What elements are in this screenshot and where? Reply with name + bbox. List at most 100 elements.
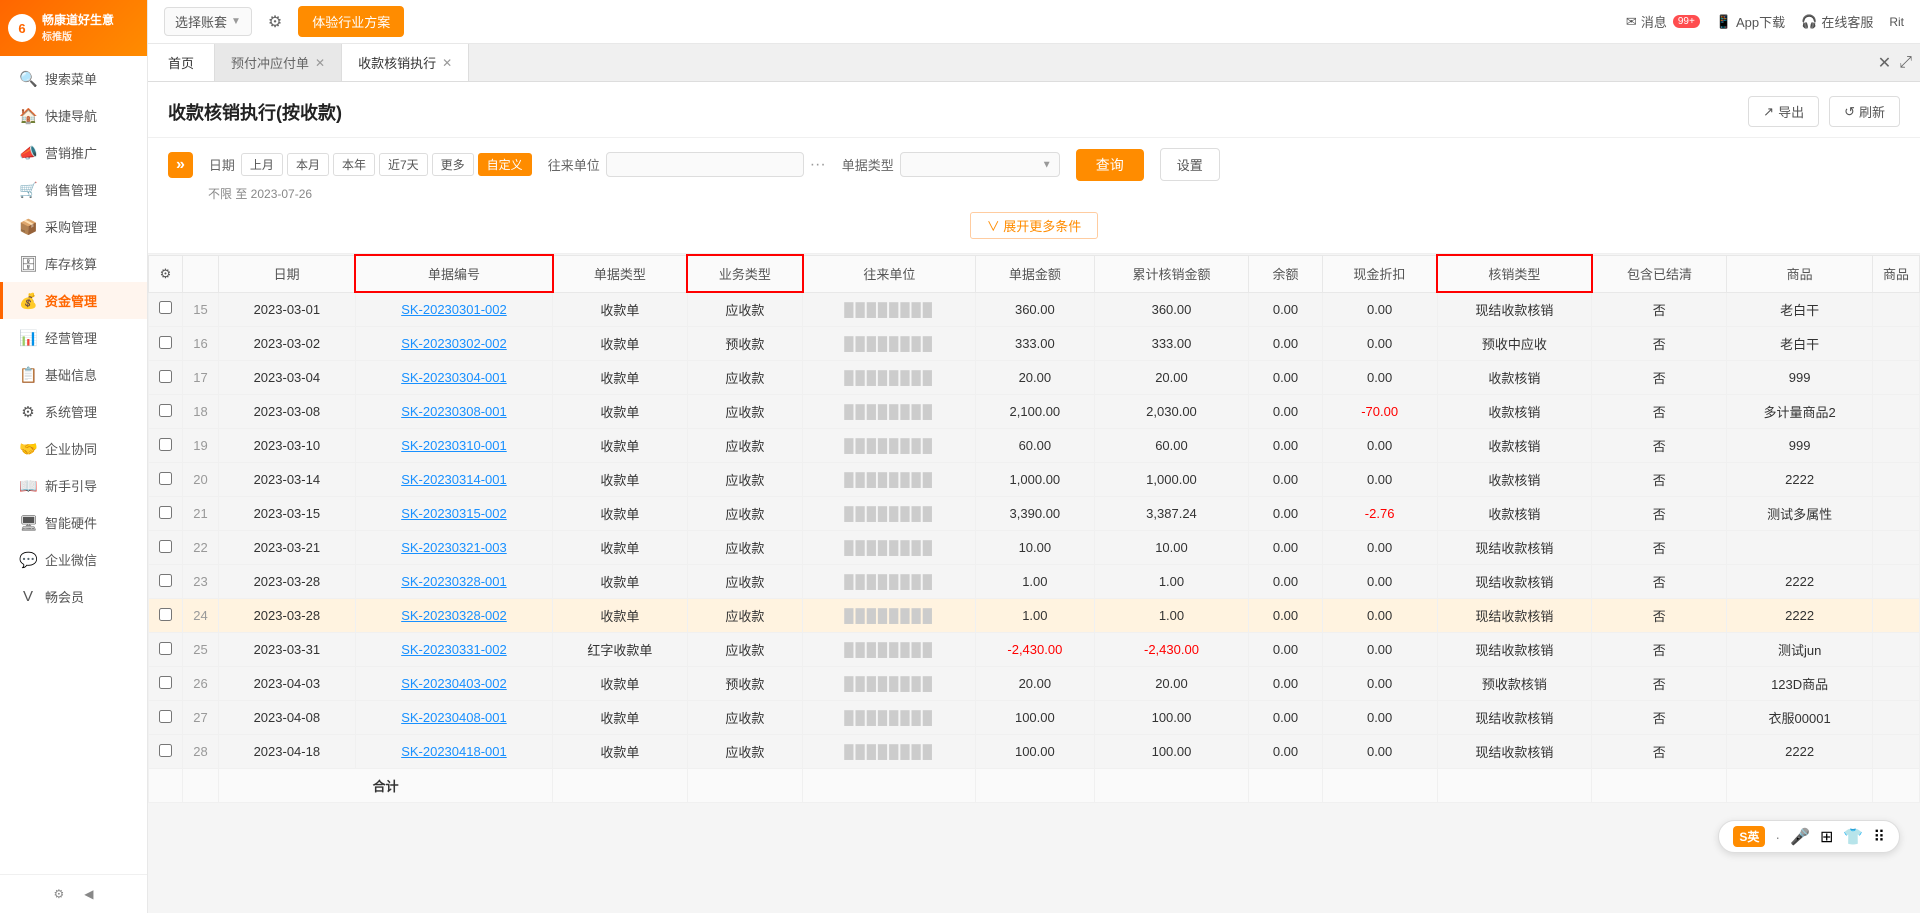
sidebar-item-inventory[interactable]: 🗄 库存核算 [0, 245, 147, 282]
header-gear-icon[interactable]: ⚙ [264, 8, 286, 36]
cell-checkbox[interactable] [149, 292, 183, 327]
sidebar-item-finance[interactable]: 💰资金管理 [0, 282, 147, 319]
voucher-link[interactable]: SK-20230408-001 [401, 710, 507, 725]
voucher-link[interactable]: SK-20230310-001 [401, 438, 507, 453]
sidebar-item-purchase[interactable]: 📦采购管理 [0, 208, 147, 245]
voucher-link[interactable]: SK-20230321-003 [401, 540, 507, 555]
apps-icon[interactable]: ⠿ [1873, 827, 1885, 847]
filter-toggle-button[interactable]: » [168, 152, 193, 178]
message-button[interactable]: ✉ 消息 99+ [1626, 12, 1700, 31]
more-options-icon[interactable]: ··· [810, 156, 826, 174]
partner-input[interactable] [606, 152, 804, 177]
grid-icon[interactable]: ⊞ [1820, 827, 1833, 847]
date-this-year-btn[interactable]: 本年 [333, 153, 375, 176]
sidebar-settings-btn[interactable]: ⚙ [46, 883, 73, 905]
tab-prepay[interactable]: 预付冲应付单 ✕ [215, 44, 342, 81]
voucher-link[interactable]: SK-20230301-002 [401, 302, 507, 317]
app-download-button[interactable]: 📱 App下载 [1716, 12, 1785, 31]
tab-expand-icon[interactable]: ⤢ [1899, 54, 1912, 72]
voucher-link[interactable]: SK-20230304-001 [401, 370, 507, 385]
tab-home[interactable]: 首页 [148, 44, 215, 81]
cell-partner: ████████ [803, 292, 976, 327]
cell-cancel-type: 现结收款核销 [1437, 735, 1592, 769]
settings-icon[interactable]: ⚙ [160, 266, 172, 281]
cell-checkbox[interactable] [149, 633, 183, 667]
account-selector[interactable]: 选择账套 ▼ [164, 7, 252, 36]
sidebar-item-search[interactable]: 🔍搜索菜单 [0, 60, 147, 97]
cell-checkbox[interactable] [149, 667, 183, 701]
cell-cancel-type: 现结收款核销 [1437, 599, 1592, 633]
inventory-icon: 🗄 [19, 255, 37, 273]
cell-voucher-no: SK-20230418-001 [355, 735, 553, 769]
date-more-btn[interactable]: 更多 [432, 153, 474, 176]
cell-partner: ████████ [803, 701, 976, 735]
sidebar-item-system[interactable]: ⚙系统管理 [0, 393, 147, 430]
sidebar-collapse-btn[interactable]: ◀ [76, 883, 101, 905]
cell-checkbox[interactable] [149, 701, 183, 735]
app-logo: 6 畅康道好生意 标推版 [0, 0, 147, 56]
cell-checkbox[interactable] [149, 735, 183, 769]
cell-checkbox[interactable] [149, 565, 183, 599]
cell-checkbox[interactable] [149, 395, 183, 429]
sidebar-item-hardware[interactable]: 🖥智能硬件 [0, 504, 147, 541]
cell-biz-type: 应收款 [687, 565, 803, 599]
tab-collection[interactable]: 收款核销执行 ✕ [342, 44, 469, 81]
sidebar-item-label: 库存核算 [45, 254, 97, 273]
mic-icon[interactable]: 🎤 [1790, 827, 1810, 847]
voucher-link[interactable]: SK-20230328-002 [401, 608, 507, 623]
voucher-type-select[interactable]: 收款单 红字收款单 [900, 152, 1060, 177]
sidebar-item-basic[interactable]: 📋基础信息 [0, 356, 147, 393]
voucher-link[interactable]: SK-20230328-001 [401, 574, 507, 589]
cell-checkbox[interactable] [149, 497, 183, 531]
voucher-link[interactable]: SK-20230308-001 [401, 404, 507, 419]
sidebar-item-corp[interactable]: 🤝企业协同 [0, 430, 147, 467]
voucher-link[interactable]: SK-20230314-001 [401, 472, 507, 487]
refresh-button[interactable]: ↺ 刷新 [1829, 96, 1900, 127]
query-button[interactable]: 查询 [1076, 149, 1144, 181]
date-7days-btn[interactable]: 近7天 [379, 153, 428, 176]
tab-prepay-close-icon[interactable]: ✕ [315, 56, 325, 70]
voucher-link[interactable]: SK-20230418-001 [401, 744, 507, 759]
cell-checkbox[interactable] [149, 531, 183, 565]
cell-no: 19 [183, 429, 219, 463]
export-button[interactable]: ↗ 导出 [1748, 96, 1819, 127]
voucher-link[interactable]: SK-20230403-002 [401, 676, 507, 691]
cell-checkbox[interactable] [149, 361, 183, 395]
date-custom-btn[interactable]: 自定义 [478, 153, 532, 176]
tab-close-all-icon[interactable]: ✕ [1878, 53, 1891, 73]
user-name[interactable]: Rit [1889, 15, 1904, 29]
sidebar-item-guide[interactable]: 📖新手引导 [0, 467, 147, 504]
voucher-link[interactable]: SK-20230302-002 [401, 336, 507, 351]
cell-goods2 [1872, 531, 1919, 565]
table-row: 15 2023-03-01 SK-20230301-002 收款单 应收款 ██… [149, 292, 1920, 327]
shirt-icon[interactable]: 👕 [1843, 827, 1863, 847]
cell-cancel-type: 预收中应收 [1437, 327, 1592, 361]
sidebar-item-sales[interactable]: 🛒销售管理 [0, 171, 147, 208]
cell-voucher-no: SK-20230308-001 [355, 395, 553, 429]
cell-date: 2023-03-14 [219, 463, 356, 497]
tab-collection-close-icon[interactable]: ✕ [442, 56, 452, 70]
cell-checkbox[interactable] [149, 327, 183, 361]
cell-cash-discount: 0.00 [1322, 565, 1437, 599]
sidebar-item-wechat[interactable]: 💬企业微信 [0, 541, 147, 578]
sidebar-item-quick[interactable]: 🏠快捷导航 [0, 97, 147, 134]
logo-title: 畅康道好生意 [42, 13, 114, 29]
date-last-month-btn[interactable]: 上月 [241, 153, 283, 176]
solution-button[interactable]: 体验行业方案 [298, 6, 404, 37]
cell-cash-discount: 0.00 [1322, 463, 1437, 497]
logo-icon: 6 [8, 14, 36, 42]
sidebar-item-vip[interactable]: V畅会员 [0, 578, 147, 615]
service-button[interactable]: 🎧 在线客服 [1801, 12, 1873, 31]
voucher-link[interactable]: SK-20230315-002 [401, 506, 507, 521]
cell-goods: 123D商品 [1727, 667, 1873, 701]
voucher-link[interactable]: SK-20230331-002 [401, 642, 507, 657]
cell-partner: ████████ [803, 497, 976, 531]
date-this-month-btn[interactable]: 本月 [287, 153, 329, 176]
sidebar-item-operation[interactable]: 📊经营管理 [0, 319, 147, 356]
cell-checkbox[interactable] [149, 463, 183, 497]
cell-checkbox[interactable] [149, 429, 183, 463]
filter-expand-btn[interactable]: ∨ 展开更多条件 [168, 208, 1900, 243]
cell-checkbox[interactable] [149, 599, 183, 633]
sidebar-item-marketing[interactable]: 📣营销推广 [0, 134, 147, 171]
settings-button[interactable]: 设置 [1160, 148, 1220, 181]
